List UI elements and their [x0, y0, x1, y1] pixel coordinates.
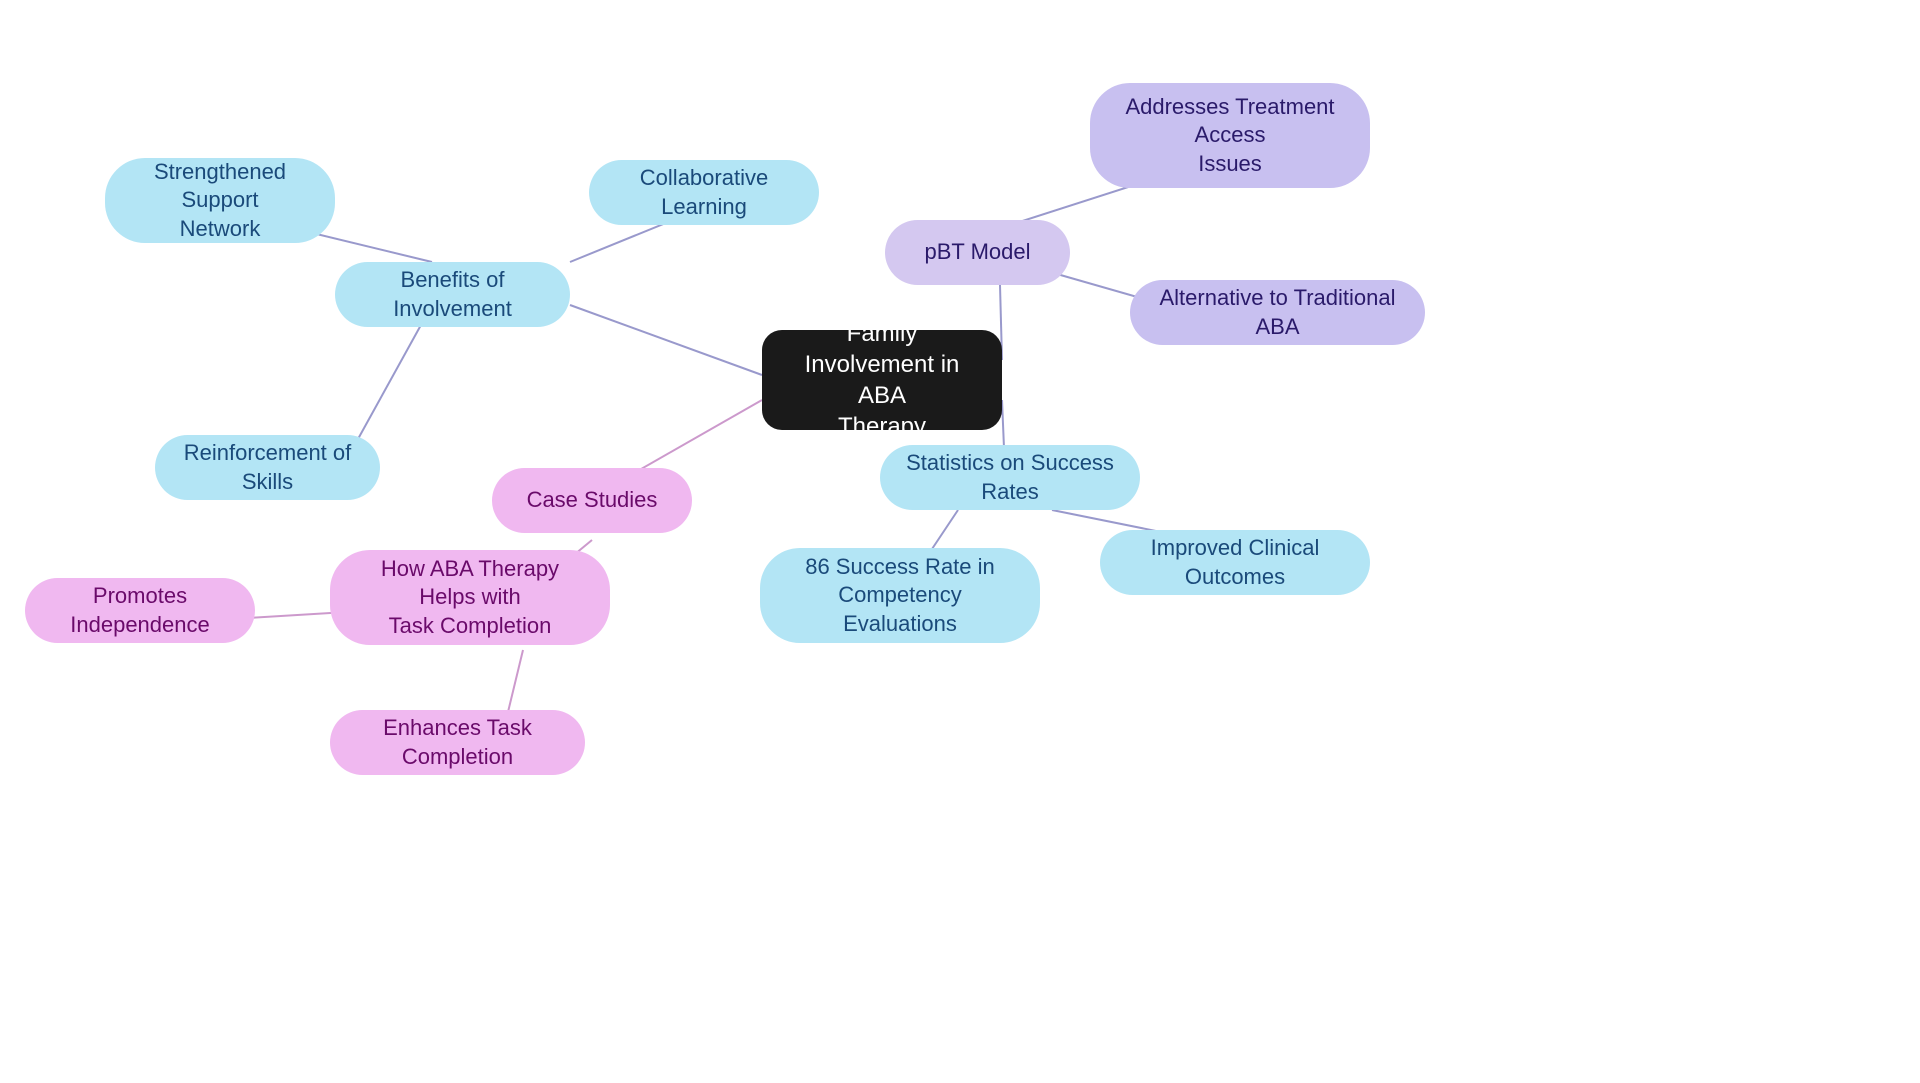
how-aba-label: How ABA Therapy Helps with Task Completi…	[352, 555, 588, 641]
how-aba-node: How ABA Therapy Helps with Task Completi…	[330, 550, 610, 645]
improved-clinical-label: Improved Clinical Outcomes	[1122, 534, 1348, 591]
center-label: Family Involvement in ABA Therapy	[784, 318, 980, 443]
reinforcement-skills-node: Reinforcement of Skills	[155, 435, 380, 500]
improved-clinical-node: Improved Clinical Outcomes	[1100, 530, 1370, 595]
enhances-label: Enhances Task Completion	[352, 714, 563, 771]
addresses-treatment-node: Addresses Treatment Access Issues	[1090, 83, 1370, 188]
center-node: Family Involvement in ABA Therapy	[762, 330, 1002, 430]
statistics-label: Statistics on Success Rates	[902, 449, 1118, 506]
promotes-label: Promotes Independence	[47, 582, 233, 639]
promotes-independence-node: Promotes Independence	[25, 578, 255, 643]
alternative-label: Alternative to Traditional ABA	[1152, 284, 1403, 341]
strengthened-label: Strengthened Support Network	[127, 158, 313, 244]
statistics-success-node: Statistics on Success Rates	[880, 445, 1140, 510]
reinforcement-label: Reinforcement of Skills	[177, 439, 358, 496]
pbt-label: pBT Model	[925, 238, 1031, 267]
alternative-aba-node: Alternative to Traditional ABA	[1130, 280, 1425, 345]
collaborative-learning-node: Collaborative Learning	[589, 160, 819, 225]
collaborative-label: Collaborative Learning	[611, 164, 797, 221]
benefits-involvement-node: Benefits of Involvement	[335, 262, 570, 327]
case-studies-label: Case Studies	[527, 486, 658, 515]
success-rate-node: 86 Success Rate in Competency Evaluation…	[760, 548, 1040, 643]
benefits-label: Benefits of Involvement	[357, 266, 548, 323]
success-rate-label: 86 Success Rate in Competency Evaluation…	[782, 553, 1018, 639]
pbt-model-node: pBT Model	[885, 220, 1070, 285]
enhances-task-node: Enhances Task Completion	[330, 710, 585, 775]
strengthened-support-node: Strengthened Support Network	[105, 158, 335, 243]
case-studies-node: Case Studies	[492, 468, 692, 533]
addresses-label: Addresses Treatment Access Issues	[1112, 93, 1348, 179]
